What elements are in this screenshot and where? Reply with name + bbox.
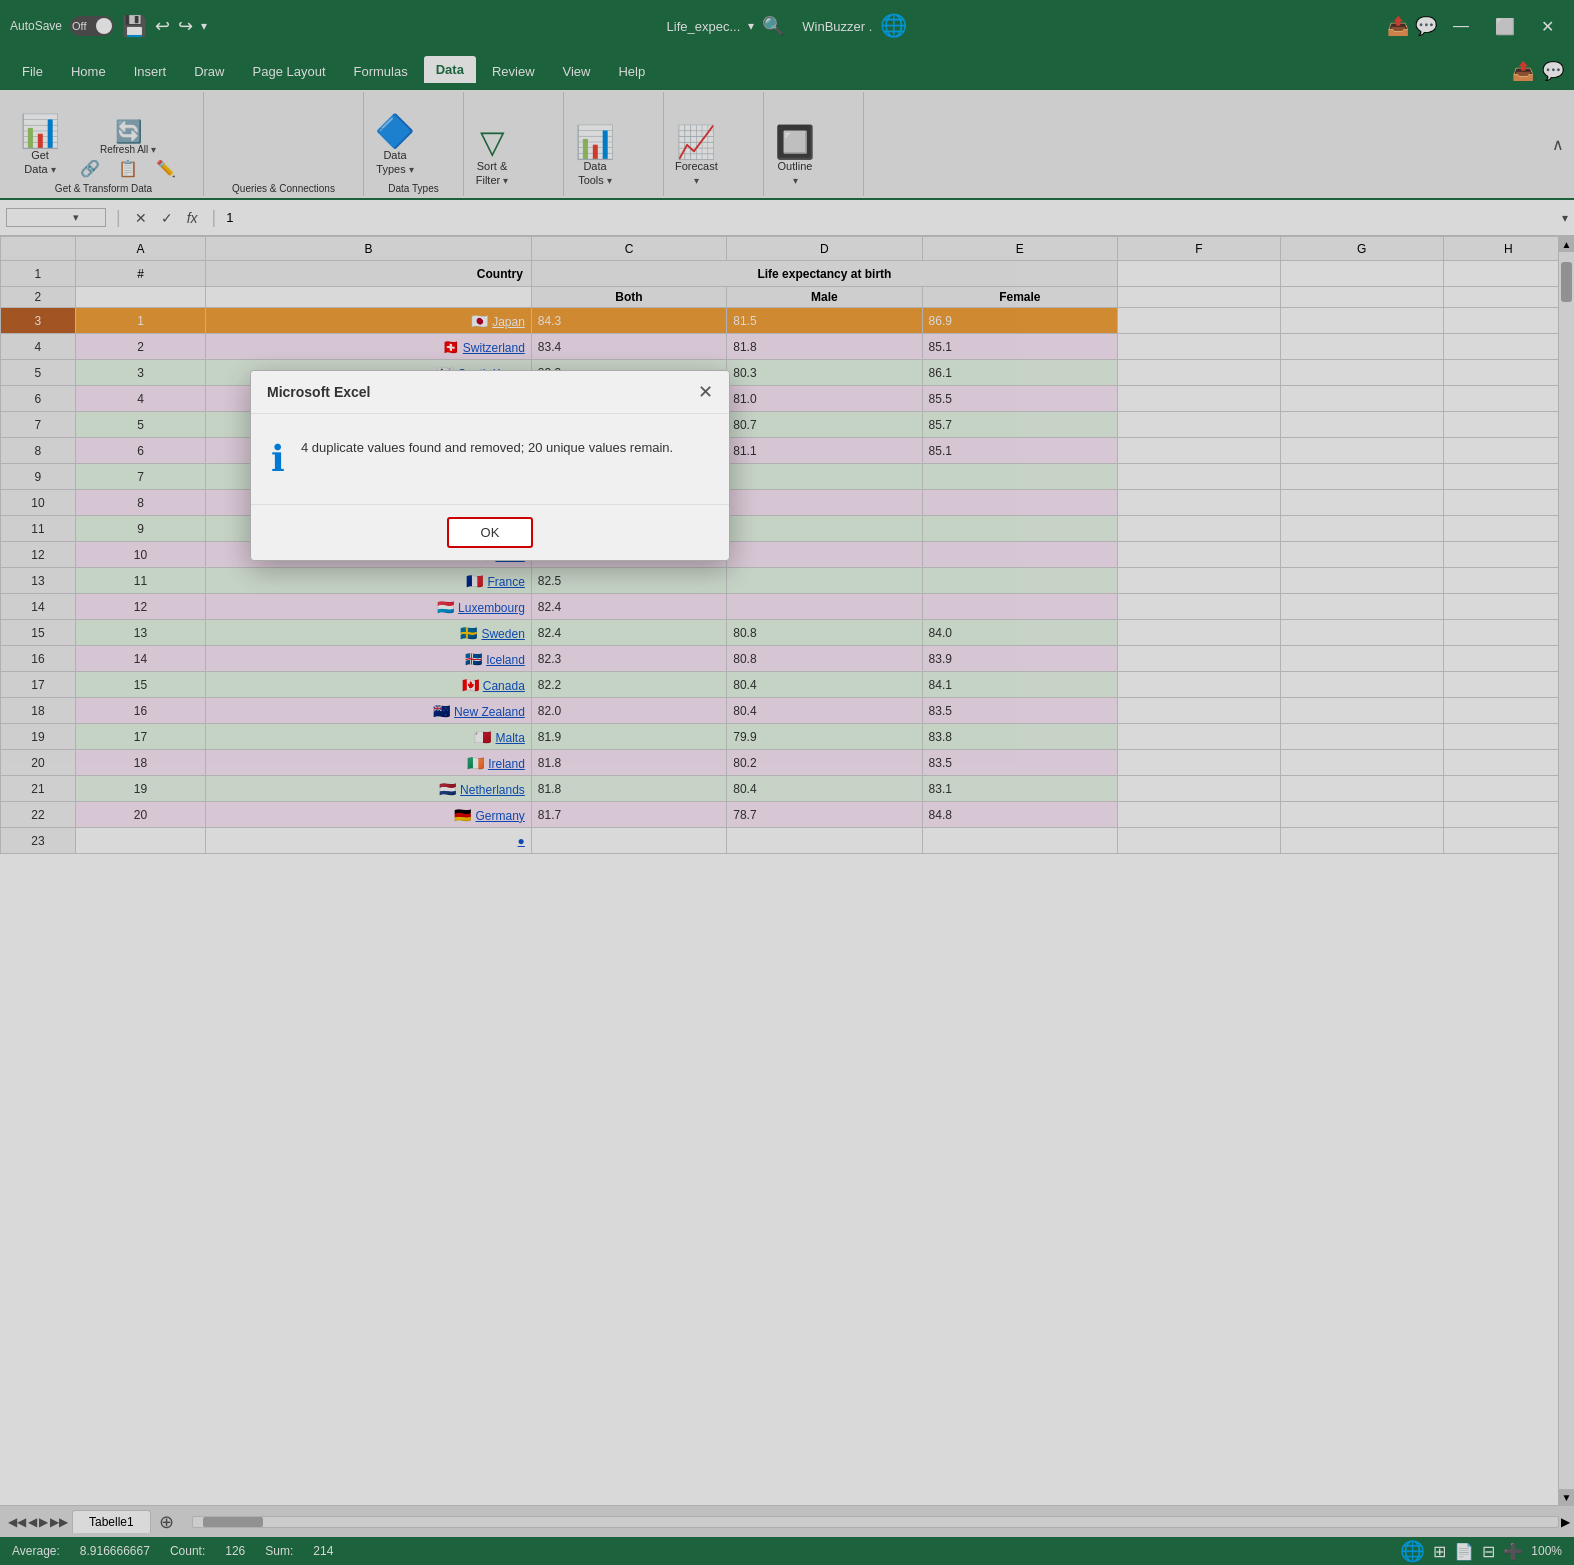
excel-dialog: Microsoft Excel ✕ ℹ 4 duplicate values f…: [250, 370, 730, 561]
dialog-ok-button[interactable]: OK: [447, 517, 534, 548]
dialog-overlay: Microsoft Excel ✕ ℹ 4 duplicate values f…: [0, 0, 1574, 1565]
dialog-footer: OK: [251, 504, 729, 560]
dialog-body: ℹ 4 duplicate values found and removed; …: [251, 414, 729, 504]
dialog-title-bar: Microsoft Excel ✕: [251, 371, 729, 414]
dialog-title: Microsoft Excel: [267, 384, 370, 400]
dialog-close-button[interactable]: ✕: [698, 381, 713, 403]
dialog-info-icon: ℹ: [271, 438, 285, 480]
dialog-message: 4 duplicate values found and removed; 20…: [301, 438, 709, 458]
